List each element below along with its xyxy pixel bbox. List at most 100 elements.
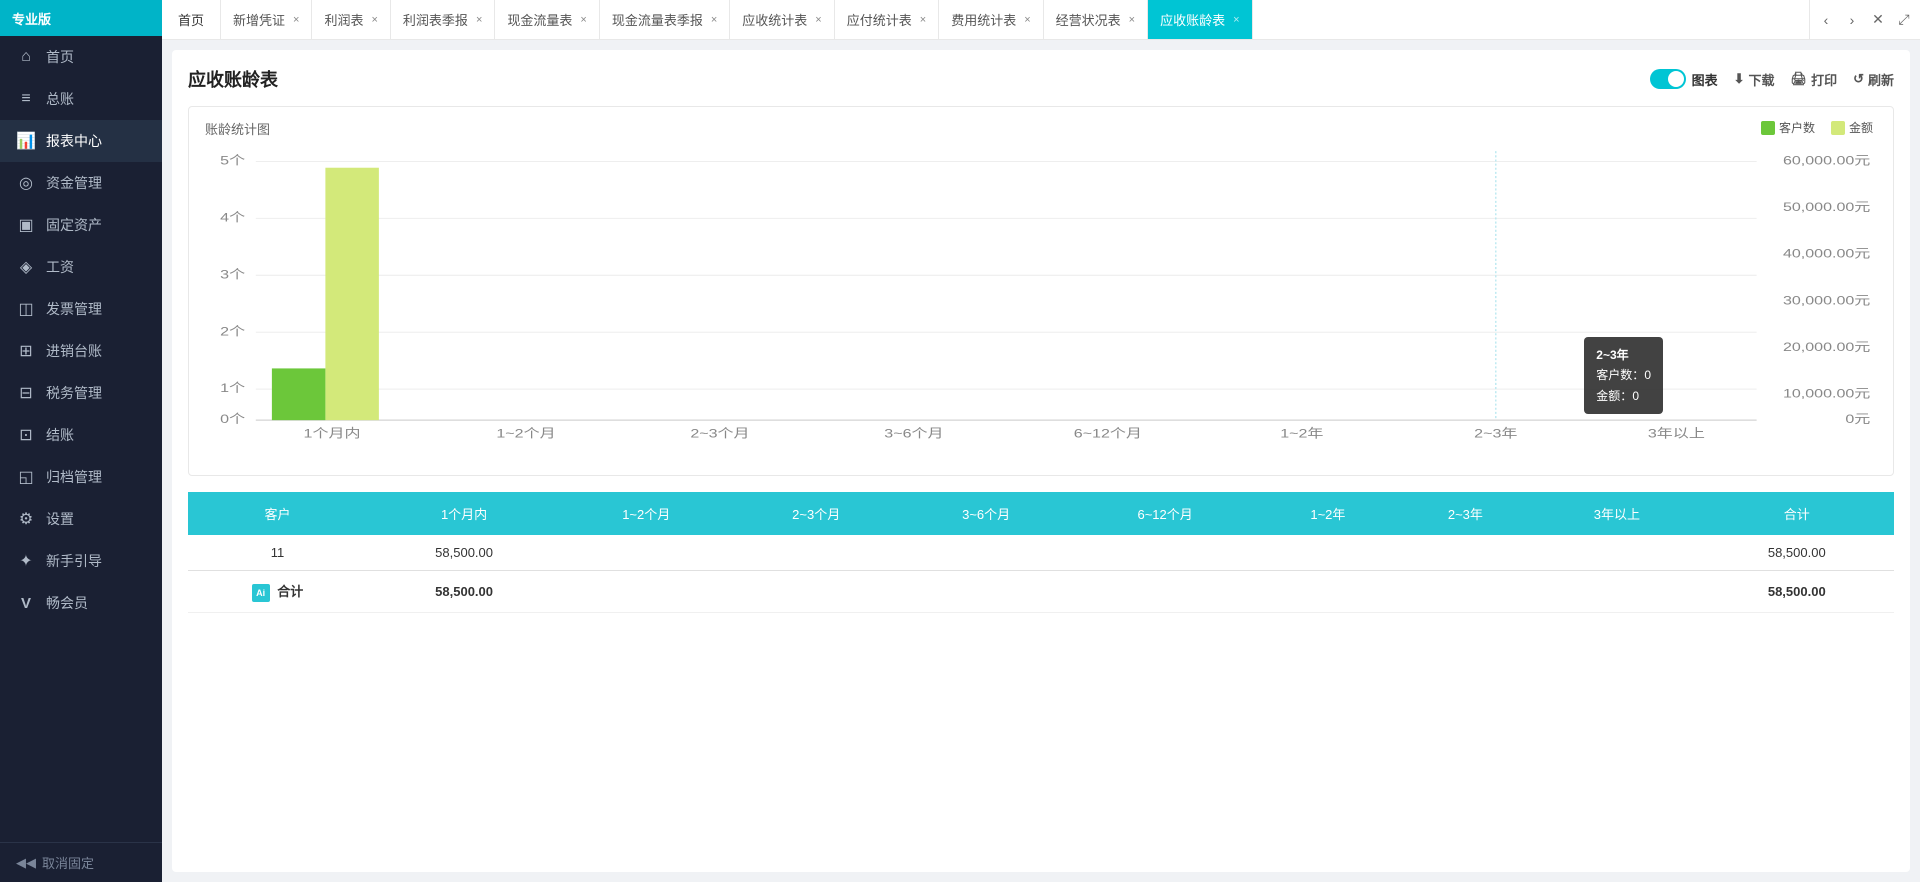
col-23m: 2~3个月 (731, 492, 901, 535)
col-12y: 1~2年 (1259, 492, 1397, 535)
sidebar-item-funds[interactable]: ◎ 资金管理 (0, 162, 162, 204)
svg-text:30,000.00元: 30,000.00元 (1783, 294, 1870, 308)
tab-ar-aging[interactable]: 应收账龄表 × (1148, 0, 1252, 40)
tab-biz-status-close[interactable]: × (1129, 14, 1135, 26)
tab-expense-close[interactable]: × (1024, 14, 1030, 26)
tab-biz-status[interactable]: 经营状况表 × (1044, 0, 1148, 40)
chart-title: 账龄统计图 (205, 119, 1877, 138)
total-total: 58,500.00 (1700, 571, 1894, 613)
main-content: 首页 新增凭证 × 利润表 × 利润表季报 × 现金流量表 × 现金流量表季报 … (162, 0, 1920, 882)
sidebar-item-funds-label: 资金管理 (46, 173, 102, 193)
tab-profit-close[interactable]: × (371, 14, 377, 26)
svg-text:20,000.00元: 20,000.00元 (1783, 340, 1870, 354)
sidebar-item-closing[interactable]: ⊡ 结账 (0, 414, 162, 456)
download-button[interactable]: ⬇ 下载 (1734, 70, 1775, 89)
sidebar-item-home[interactable]: ⌂ 首页 (0, 36, 162, 78)
tab-profit-q-label: 利润表季报 (403, 10, 468, 29)
salary-icon: ◈ (16, 257, 36, 277)
total-12y (1259, 571, 1397, 613)
sidebar-item-tax-label: 税务管理 (46, 383, 102, 403)
tab-fullscreen[interactable]: ⤢ (1892, 8, 1916, 32)
tab-ap-stat[interactable]: 应付统计表 × (835, 0, 939, 40)
tab-cashflow-q[interactable]: 现金流量表季报 × (600, 0, 730, 40)
sidebar-item-vip-label: 畅会员 (46, 593, 88, 613)
aging-table: 客户 1个月内 1~2个月 2~3个月 3~6个月 6~12个月 1~2年 2~… (188, 492, 1894, 613)
tab-profit[interactable]: 利润表 × (312, 0, 390, 40)
sidebar-item-ledger[interactable]: ≡ 总账 (0, 78, 162, 120)
chart-toggle[interactable] (1650, 69, 1686, 89)
logo: 专业版 (0, 0, 162, 36)
svg-text:10,000.00元: 10,000.00元 (1783, 387, 1870, 401)
download-icon: ⬇ (1734, 71, 1745, 87)
sidebar-item-stock[interactable]: ⊞ 进销台账 (0, 330, 162, 372)
sidebar: 专业版 ⌂ 首页 ≡ 总账 📊 报表中心 ◎ 资金管理 ▣ 固定资产 ◈ 工资 … (0, 0, 162, 882)
total-label: Ai 合计 (188, 571, 367, 613)
svg-text:2~3年: 2~3年 (1474, 426, 1517, 441)
tab-profit-q[interactable]: 利润表季报 × (391, 0, 495, 40)
legend-amount-color (1831, 121, 1845, 135)
svg-text:0元: 0元 (1845, 413, 1870, 427)
stock-icon: ⊞ (16, 341, 36, 361)
total-23m (731, 571, 901, 613)
tab-cashflow-q-label: 现金流量表季报 (612, 10, 703, 29)
col-customer: 客户 (188, 492, 367, 535)
refresh-button[interactable]: ↺ 刷新 (1853, 70, 1894, 89)
svg-text:0个: 0个 (220, 412, 245, 427)
total-36m (901, 571, 1071, 613)
legend-customer-color (1761, 121, 1775, 135)
sidebar-item-guide[interactable]: ✦ 新手引导 (0, 540, 162, 582)
tab-voucher[interactable]: 新增凭证 × (221, 0, 312, 40)
page-header: 应收账龄表 图表 ⬇ 下载 🖨 打印 ↺ 刷新 (188, 66, 1894, 92)
cell-total: 58,500.00 (1700, 535, 1894, 571)
legend-customer: 客户数 (1761, 119, 1815, 136)
pin-icon: ◀◀ (16, 855, 36, 871)
cell-3yplus (1534, 535, 1699, 571)
print-button[interactable]: 🖨 打印 (1791, 70, 1838, 89)
sidebar-pin-toggle[interactable]: ◀◀ 取消固定 (0, 842, 162, 882)
bar-amount-1 (325, 168, 379, 420)
total-1m: 58,500.00 (367, 571, 561, 613)
tab-nav-right[interactable]: › (1840, 8, 1864, 32)
tab-cashflow-close[interactable]: × (580, 14, 586, 26)
tab-nav-left[interactable]: ‹ (1814, 8, 1838, 32)
cell-23y (1397, 535, 1535, 571)
tab-expense[interactable]: 费用统计表 × (939, 0, 1043, 40)
table-row: 11 58,500.00 58,500.00 (188, 535, 1894, 571)
tab-cashflow-q-close[interactable]: × (711, 14, 717, 26)
tab-voucher-label: 新增凭证 (233, 10, 285, 29)
svg-text:1个: 1个 (220, 381, 245, 396)
tabbar: 首页 新增凭证 × 利润表 × 利润表季报 × 现金流量表 × 现金流量表季报 … (162, 0, 1920, 40)
cell-12m (561, 535, 731, 571)
sidebar-pin-label: 取消固定 (42, 853, 94, 872)
tab-cashflow-label: 现金流量表 (507, 10, 572, 29)
table-total-row: Ai 合计 58,500.00 58,500.00 (188, 571, 1894, 613)
tab-ar-stat-close[interactable]: × (815, 14, 821, 26)
sidebar-item-assets[interactable]: ▣ 固定资产 (0, 204, 162, 246)
guide-icon: ✦ (16, 551, 36, 571)
svg-text:1~2个月: 1~2个月 (496, 426, 555, 441)
tab-cashflow[interactable]: 现金流量表 × (495, 0, 599, 40)
tab-home[interactable]: 首页 (162, 0, 221, 40)
sidebar-item-salary[interactable]: ◈ 工资 (0, 246, 162, 288)
tab-biz-status-label: 经营状况表 (1056, 10, 1121, 29)
tab-close-all[interactable]: ✕ (1866, 8, 1890, 32)
archive-icon: ◱ (16, 467, 36, 487)
tab-profit-q-close[interactable]: × (476, 14, 482, 26)
total-23y (1397, 571, 1535, 613)
sidebar-item-invoice[interactable]: ◫ 发票管理 (0, 288, 162, 330)
sidebar-item-settings[interactable]: ⚙ 设置 (0, 498, 162, 540)
chart-legend: 客户数 金额 (1761, 119, 1873, 136)
chart-toggle-label: 图表 (1692, 70, 1718, 89)
sidebar-item-tax[interactable]: ⊟ 税务管理 (0, 372, 162, 414)
col-3yplus: 3年以上 (1534, 492, 1699, 535)
total-612m (1071, 571, 1259, 613)
tab-ar-aging-close[interactable]: × (1233, 14, 1239, 26)
tab-ar-stat[interactable]: 应收统计表 × (730, 0, 834, 40)
tab-nav-buttons: ‹ › ✕ ⤢ (1809, 0, 1920, 40)
sidebar-item-vip[interactable]: V 畅会员 (0, 582, 162, 624)
sidebar-item-reports[interactable]: 📊 报表中心 (0, 120, 162, 162)
legend-amount-label: 金额 (1849, 119, 1873, 136)
sidebar-item-archive[interactable]: ◱ 归档管理 (0, 456, 162, 498)
tab-ap-stat-close[interactable]: × (920, 14, 926, 26)
tab-voucher-close[interactable]: × (293, 14, 299, 26)
